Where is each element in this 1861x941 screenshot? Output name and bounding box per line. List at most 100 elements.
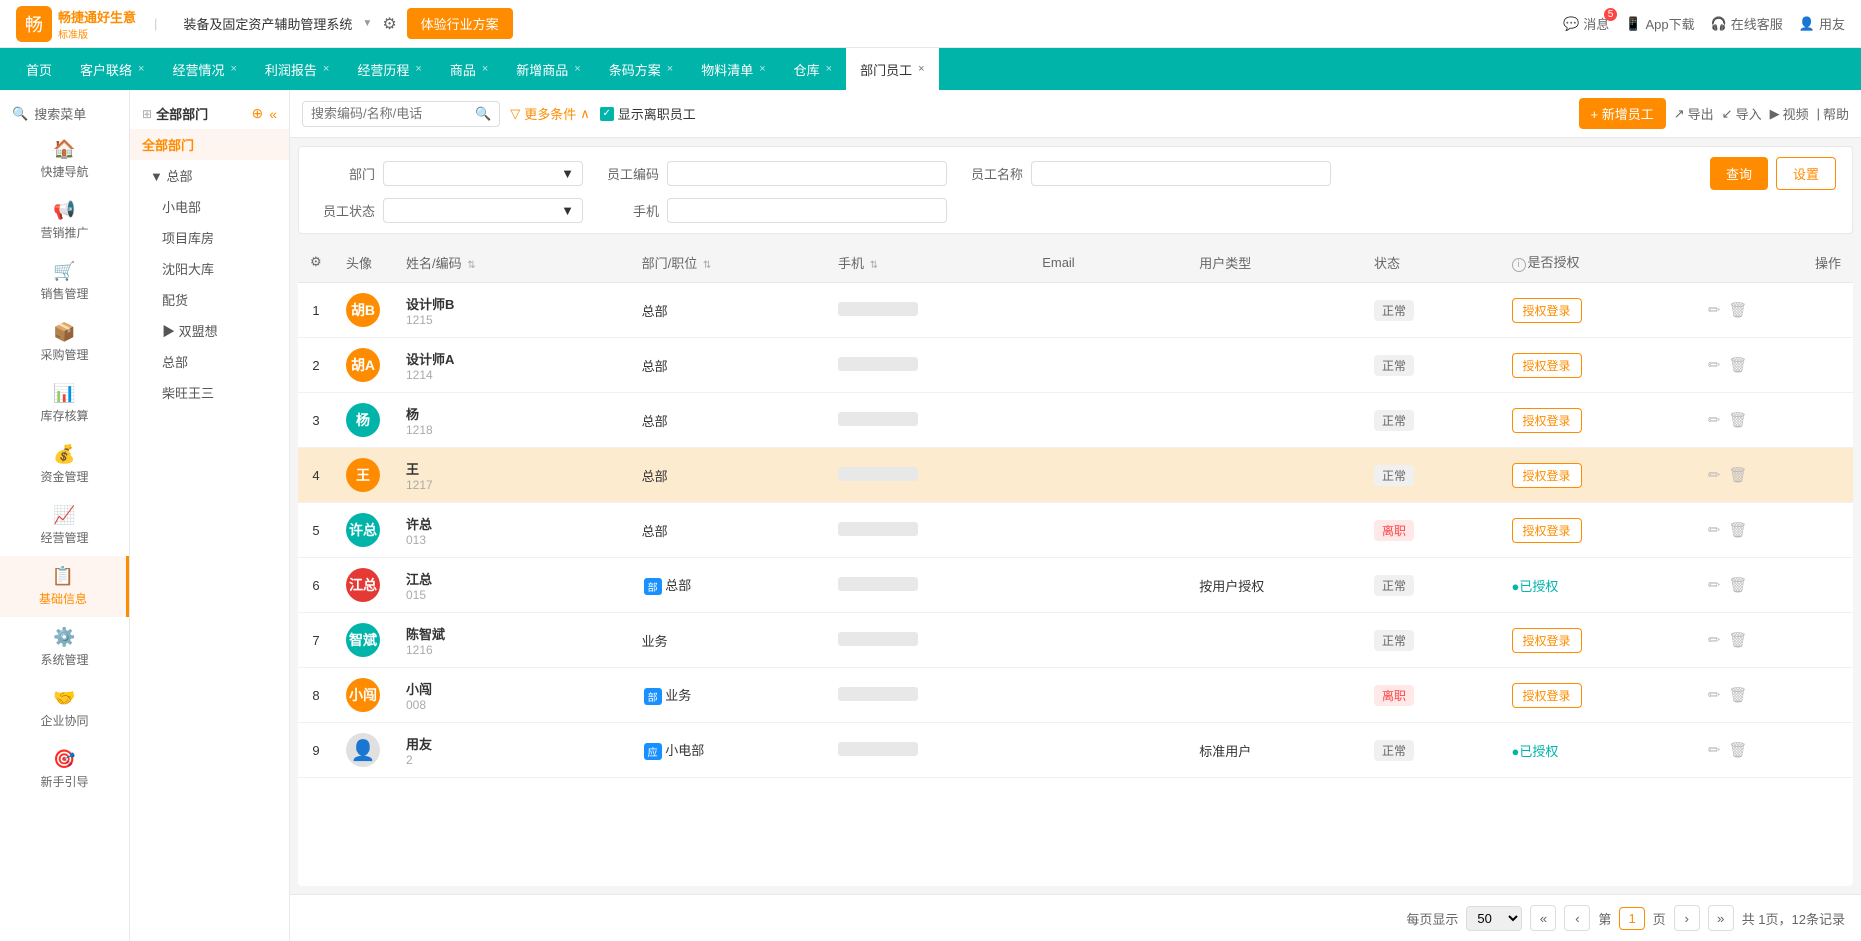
sidebar-item-operation-mgmt[interactable]: 📈 经营管理 (0, 495, 129, 556)
dept-grid-icon[interactable]: ⊞ (142, 107, 152, 121)
settings-button[interactable]: ⚙ (382, 14, 396, 34)
online-service-action[interactable]: 🎧 在线客服 (1711, 14, 1783, 33)
authorize-button[interactable]: 授权登录 (1512, 353, 1582, 378)
close-icon[interactable]: × (918, 63, 924, 75)
delete-icon[interactable]: 🗑 (1728, 741, 1747, 759)
dept-add-button[interactable]: ⊕ (251, 105, 263, 122)
more-filters-button[interactable]: ▽ 更多条件 ∧ (510, 104, 590, 123)
delete-icon[interactable]: 🗑 (1728, 356, 1747, 374)
edit-icon[interactable]: ✏ (1708, 466, 1721, 484)
tab-employee[interactable]: 部门员工 × (846, 48, 938, 90)
authorize-button[interactable]: 授权登录 (1512, 628, 1582, 653)
search-input[interactable] (311, 106, 471, 121)
close-icon[interactable]: × (759, 63, 765, 75)
sidebar-item-company[interactable]: 🤝 企业协同 (0, 678, 129, 739)
authorize-button[interactable]: 授权登录 (1512, 298, 1582, 323)
close-icon[interactable]: × (230, 63, 236, 75)
edit-icon[interactable]: ✏ (1708, 741, 1721, 759)
info-icon[interactable]: i (1512, 258, 1526, 272)
edit-icon[interactable]: ✏ (1708, 521, 1721, 539)
col-header-phone[interactable]: 手机 ⇅ (826, 242, 1030, 283)
tab-operation[interactable]: 经营情况 × (158, 48, 250, 90)
first-page-button[interactable]: « (1530, 905, 1556, 931)
sidebar-item-marketing[interactable]: 📢 营销推广 (0, 190, 129, 251)
edit-icon[interactable]: ✏ (1708, 411, 1721, 429)
next-page-button[interactable]: › (1674, 905, 1700, 931)
delete-icon[interactable]: 🗑 (1728, 631, 1747, 649)
dept-item-shuangmeng[interactable]: ▶ 双盟想 (138, 315, 289, 346)
tab-newgoods[interactable]: 新增商品 × (502, 48, 594, 90)
col-header-settings[interactable]: ⚙ (298, 242, 334, 283)
sidebar-item-search-menu[interactable]: 🔍 搜索菜单 (0, 98, 129, 129)
authorize-button[interactable]: 授权登录 (1512, 518, 1582, 543)
query-button[interactable]: 查询 (1710, 157, 1768, 190)
sidebar-item-basic-info[interactable]: 📋 基础信息 (0, 556, 129, 617)
message-action[interactable]: 💬 消息 5 (1563, 14, 1609, 33)
col-header-dept[interactable]: 部门/职位 ⇅ (630, 242, 826, 283)
close-icon[interactable]: × (323, 63, 329, 75)
tab-warehouse[interactable]: 仓库 × (780, 48, 846, 90)
delete-icon[interactable]: 🗑 (1728, 301, 1747, 319)
filter-dept-select[interactable]: ▼ (383, 161, 583, 186)
tab-goods[interactable]: 商品 × (436, 48, 502, 90)
dept-item-peihuo[interactable]: 配货 (138, 284, 289, 315)
tab-home[interactable]: 首页 (12, 48, 66, 90)
help-button[interactable]: | 帮助 (1817, 98, 1849, 129)
delete-icon[interactable]: 🗑 (1728, 521, 1747, 539)
delete-icon[interactable]: 🗑 (1728, 466, 1747, 484)
dept-item-xiangmu[interactable]: 项目库房 (138, 222, 289, 253)
edit-icon[interactable]: ✏ (1708, 631, 1721, 649)
system-title-arrow[interactable]: ▼ (362, 18, 372, 29)
close-icon[interactable]: × (482, 63, 488, 75)
sidebar-item-purchase[interactable]: 📦 采购管理 (0, 312, 129, 373)
edit-icon[interactable]: ✏ (1708, 576, 1721, 594)
dept-item-all[interactable]: 全部部门 (130, 129, 289, 160)
view-button[interactable]: ▶ 视频 (1770, 98, 1809, 129)
edit-icon[interactable]: ✏ (1708, 686, 1721, 704)
sidebar-item-finance[interactable]: 💰 资金管理 (0, 434, 129, 495)
sidebar-item-system[interactable]: ⚙️ 系统管理 (0, 617, 129, 678)
import-button[interactable]: ↙ 导入 (1722, 98, 1762, 129)
authorize-button[interactable]: 授权登录 (1512, 463, 1582, 488)
authorize-button[interactable]: 授权登录 (1512, 408, 1582, 433)
sidebar-item-guide[interactable]: 🎯 新手引导 (0, 739, 129, 800)
sidebar-item-inventory[interactable]: 📊 库存核算 (0, 373, 129, 434)
add-employee-button[interactable]: + 新增员工 (1579, 98, 1666, 129)
filter-name-input[interactable] (1031, 161, 1331, 186)
dept-item-zongbu[interactable]: ▼ 总部 (138, 160, 289, 191)
close-icon[interactable]: × (826, 63, 832, 75)
dept-collapse-button[interactable]: « (269, 105, 277, 122)
set-button[interactable]: 设置 (1776, 157, 1836, 190)
close-icon[interactable]: × (574, 63, 580, 75)
tab-progress[interactable]: 经营历程 × (343, 48, 435, 90)
edit-icon[interactable]: ✏ (1708, 356, 1721, 374)
export-button[interactable]: ↗ 导出 (1674, 98, 1714, 129)
dept-item-xiaodianbu[interactable]: 小电部 (138, 191, 289, 222)
show-resigned-toggle[interactable]: ✓ 显示离职员工 (600, 104, 696, 123)
sidebar-item-quick-nav[interactable]: 🏠 快捷导航 (0, 129, 129, 190)
tab-profit[interactable]: 利润报告 × (251, 48, 343, 90)
last-page-button[interactable]: » (1708, 905, 1734, 931)
filter-phone-input[interactable] (667, 198, 947, 223)
edit-icon[interactable]: ✏ (1708, 301, 1721, 319)
dept-item-chaiwang[interactable]: 柴旺王三 (138, 377, 289, 408)
trial-button[interactable]: 体验行业方案 (407, 8, 513, 39)
authorize-button[interactable]: 授权登录 (1512, 683, 1582, 708)
prev-page-button[interactable]: ‹ (1564, 905, 1590, 931)
tab-materials[interactable]: 物料清单 × (687, 48, 779, 90)
user-action[interactable]: 👤 用友 (1799, 14, 1845, 33)
tab-customer[interactable]: 客户联络 × (66, 48, 158, 90)
close-icon[interactable]: × (415, 63, 421, 75)
close-icon[interactable]: × (667, 63, 673, 75)
delete-icon[interactable]: 🗑 (1728, 576, 1747, 594)
col-header-name[interactable]: 姓名/编码 ⇅ (394, 242, 630, 283)
dept-item-shenyang[interactable]: 沈阳大库 (138, 253, 289, 284)
filter-code-input[interactable] (667, 161, 947, 186)
filter-status-select[interactable]: ▼ (383, 198, 583, 223)
sidebar-item-sales[interactable]: 🛒 销售管理 (0, 251, 129, 312)
close-icon[interactable]: × (138, 63, 144, 75)
delete-icon[interactable]: 🗑 (1728, 411, 1747, 429)
per-page-select[interactable]: 50 20 100 (1466, 906, 1522, 931)
delete-icon[interactable]: 🗑 (1728, 686, 1747, 704)
dept-item-zongbu2[interactable]: 总部 (138, 346, 289, 377)
